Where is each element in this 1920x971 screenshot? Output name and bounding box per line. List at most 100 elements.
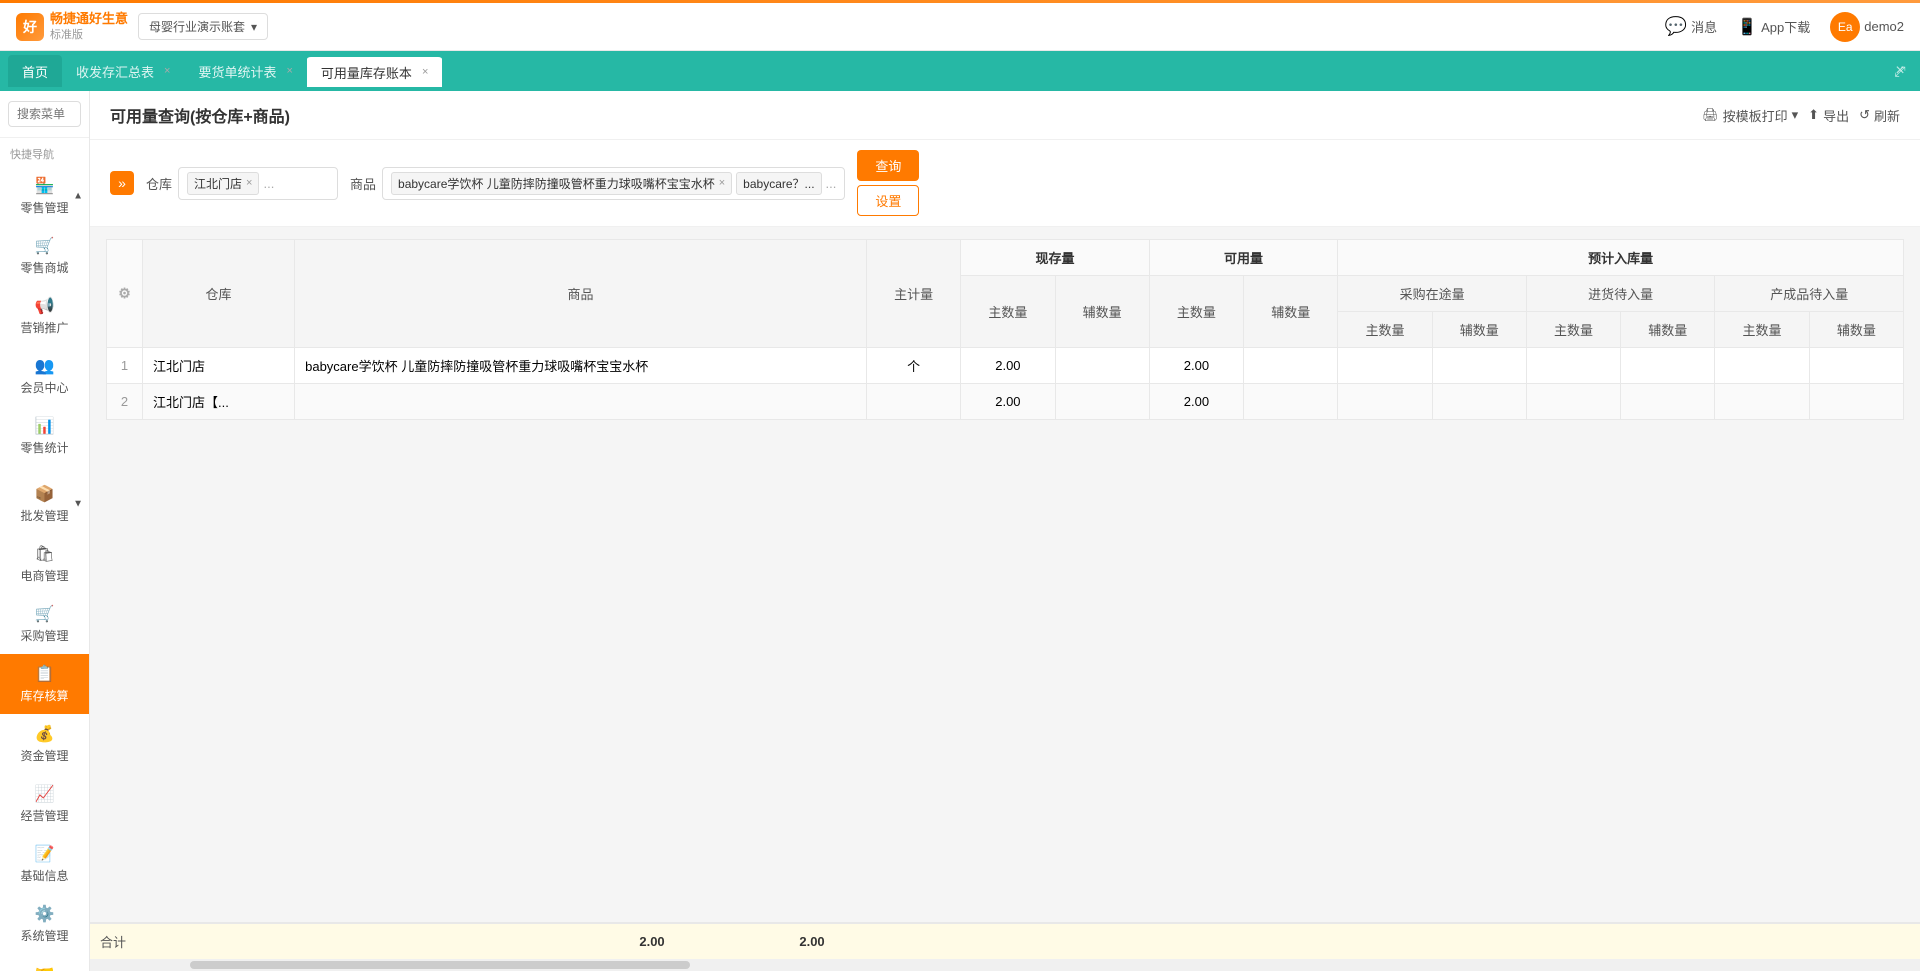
product-tag-close-1[interactable]: × [719, 177, 725, 189]
message-icon: 💬 [1665, 16, 1687, 37]
col-incoming-aux-header: 辅数量 [1621, 312, 1715, 348]
content-area: 可用量查询(按仓库+商品) 🖨 按模板打印 ▾ ⬆ 导出 ↺ 刷新 » [90, 91, 1920, 971]
refresh-icon: ↺ [1859, 107, 1870, 123]
table-footer: 合计 2.00 2.00 [90, 922, 1920, 959]
product-tag-2: babycare？... [736, 172, 821, 195]
avatar: Ea [1830, 12, 1860, 42]
retail-mall-icon: 🛒 [35, 236, 55, 256]
row-current-main-1: 2.00 [961, 384, 1055, 420]
query-button[interactable]: 查询 [857, 150, 919, 181]
tab-close-receive-send[interactable]: × [164, 65, 170, 77]
warehouse-more[interactable]: ... [263, 176, 274, 191]
col-purchase-main-header: 主数量 [1338, 312, 1432, 348]
col-settings-header: ⚙ [107, 240, 143, 348]
row-purchase-main-1 [1338, 384, 1432, 420]
tab-available-stock[interactable]: 可用量库存账本 × [307, 55, 442, 87]
sidebar-item-basic-info[interactable]: 📝 基础信息 [0, 834, 89, 894]
footer-available-main: 2.00 [772, 934, 852, 949]
col-incoming-main-header: 主数量 [1526, 312, 1620, 348]
sidebar-item-purchase-mgmt[interactable]: 🛒 采购管理 [0, 594, 89, 654]
tab-receive-send[interactable]: 收发存汇总表 × [62, 55, 184, 87]
sidebar-item-member-center[interactable]: 👥 会员中心 [0, 346, 89, 406]
sidebar-item-retail-mall[interactable]: 🛒 零售商城 [0, 226, 89, 286]
product-input-box[interactable]: babycare学饮杯 儿童防摔防撞吸管杯重力球吸嘴杯宝宝水杯 × babyca… [382, 167, 845, 200]
tabbar: 首页 收发存汇总表 × 要货单统计表 × 可用量库存账本 × × ⤢ [0, 51, 1920, 91]
message-button[interactable]: 💬 消息 [1665, 16, 1717, 37]
row-warehouse-1: 江北门店【... [143, 384, 295, 420]
product-filter: 商品 babycare学饮杯 儿童防摔防撞吸管杯重力球吸嘴杯宝宝水杯 × bab… [350, 167, 845, 200]
col-current-stock-header: 现存量 [961, 240, 1150, 276]
print-button[interactable]: 🖨 按模板打印 ▾ [1702, 106, 1798, 125]
logo-area: 好 畅捷通好生意 标准版 [16, 11, 128, 42]
row-product-0: babycare学饮杯 儿童防摔防撞吸管杯重力球吸嘴杯宝宝水杯 [295, 348, 867, 384]
row-incoming-aux-0 [1621, 348, 1715, 384]
row-production-main-1 [1715, 384, 1809, 420]
product-label: 商品 [350, 174, 376, 193]
tab-home[interactable]: 首页 [8, 55, 62, 87]
col-purchase-group-header: 采购在途量 [1338, 276, 1527, 312]
warehouse-tag-close[interactable]: × [246, 177, 252, 189]
row-available-aux-1 [1244, 384, 1338, 420]
sidebar-item-enterprise-collab[interactable]: 🤝 企业协同 [0, 954, 89, 971]
sidebar-search-area [0, 91, 89, 138]
sidebar-item-system-mgmt[interactable]: ⚙️ 系统管理 [0, 894, 89, 954]
col-current-main-header: 主数量 [961, 276, 1055, 348]
tab-close-order-stats[interactable]: × [286, 65, 292, 77]
row-incoming-aux-1 [1621, 384, 1715, 420]
sidebar-item-retail-stats[interactable]: 📊 零售统计 [0, 406, 89, 466]
col-unit-header: 主计量 [867, 240, 961, 348]
topbar: 好 畅捷通好生意 标准版 母婴行业演示账套 ▾ 💬 消息 📱 App下载 Ea … [0, 3, 1920, 51]
sidebar-item-operation-mgmt[interactable]: 📈 经营管理 [0, 774, 89, 834]
search-input[interactable] [8, 101, 81, 127]
logo-icon: 好 [16, 13, 44, 41]
row-production-main-0 [1715, 348, 1809, 384]
tab-close-available-stock[interactable]: × [422, 66, 428, 78]
topbar-left: 好 畅捷通好生意 标准版 母婴行业演示账套 ▾ [16, 11, 268, 42]
sidebar-item-ecommerce[interactable]: 🛍 电商管理 [0, 534, 89, 594]
app-download-button[interactable]: 📱 App下载 [1737, 17, 1810, 37]
marketing-icon: 📢 [35, 296, 55, 316]
settings-button[interactable]: 设置 [857, 185, 919, 216]
row-current-aux-0 [1055, 348, 1149, 384]
user-profile[interactable]: Ea demo2 [1830, 12, 1904, 42]
footer-label: 合计 [100, 932, 126, 951]
row-warehouse-0: 江北门店 [143, 348, 295, 384]
warehouse-tag-1: 江北门店 × [187, 172, 259, 195]
expand-button[interactable]: ⤢ [1888, 59, 1912, 83]
sidebar-item-retail-mgmt[interactable]: 🏪 零售管理 ▲ [0, 166, 89, 226]
sidebar-item-marketing[interactable]: 📢 营销推广 [0, 286, 89, 346]
operation-icon: 📈 [35, 784, 55, 804]
tab-order-stats[interactable]: 要货单统计表 × [184, 55, 306, 87]
sidebar-item-wholesale-mgmt[interactable]: 📦 批发管理 ▼ [0, 474, 89, 534]
bottom-scrollbar[interactable] [90, 959, 1920, 971]
home-tab-label: 首页 [22, 62, 48, 81]
sidebar-item-inventory-check[interactable]: 📋 库存核算 [0, 654, 89, 714]
row-product-1 [295, 384, 867, 420]
row-purchase-aux-1 [1432, 384, 1526, 420]
col-incoming-group-header: 进货待入量 [1526, 276, 1715, 312]
finance-icon: 💰 [35, 724, 55, 744]
row-incoming-main-0 [1526, 348, 1620, 384]
order-stats-label: 要货单统计表 [198, 62, 276, 81]
retail-mgmt-icon: 🏪 [35, 176, 55, 196]
refresh-button[interactable]: ↺ 刷新 [1859, 106, 1900, 125]
receive-send-label: 收发存汇总表 [76, 62, 154, 81]
inventory-icon: 📋 [35, 664, 55, 684]
export-button[interactable]: ⬆ 导出 [1808, 106, 1849, 125]
available-stock-label: 可用量库存账本 [321, 63, 412, 82]
filter-expand-button[interactable]: » [110, 171, 134, 195]
row-production-aux-0 [1809, 348, 1903, 384]
col-product-header: 商品 [295, 240, 867, 348]
filter-actions: 查询 设置 [857, 150, 919, 216]
sidebar-item-finance-mgmt[interactable]: 💰 资金管理 [0, 714, 89, 774]
industry-selector[interactable]: 母婴行业演示账套 ▾ [138, 13, 268, 40]
logo-text: 畅捷通好生意 标准版 [50, 11, 128, 42]
col-warehouse-header: 仓库 [143, 240, 295, 348]
print-icon: 🖨 [1702, 107, 1719, 123]
app-icon: 📱 [1737, 17, 1757, 37]
table-settings-icon[interactable]: ⚙ [118, 285, 131, 301]
row-purchase-main-0 [1338, 348, 1432, 384]
product-more[interactable]: ... [826, 176, 837, 191]
warehouse-input-box[interactable]: 江北门店 × ... [178, 167, 338, 200]
retail-stats-icon: 📊 [35, 416, 55, 436]
